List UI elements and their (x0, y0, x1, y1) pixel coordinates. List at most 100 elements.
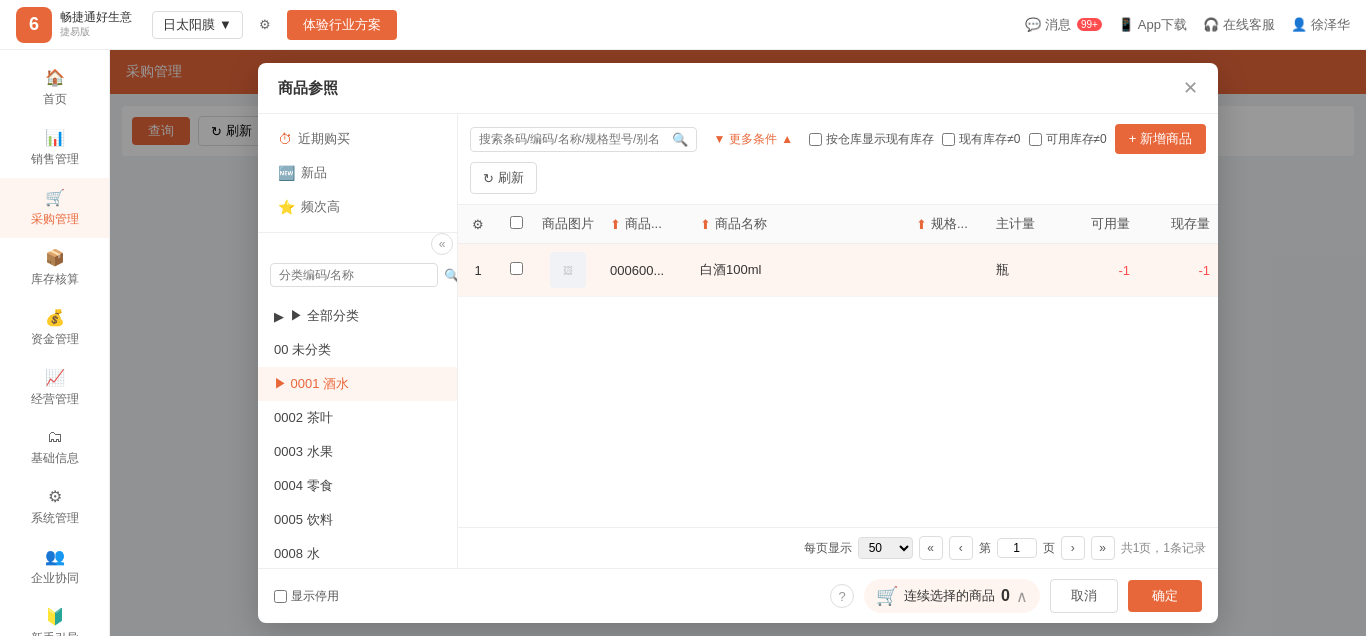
th-checkbox[interactable] (498, 205, 534, 244)
star-icon: ⭐ (278, 199, 295, 215)
refresh-circle-icon: ↻ (483, 171, 494, 186)
cat-item-liquor[interactable]: ▶ 0001 酒水 (258, 367, 457, 401)
page-size-select[interactable]: 20 50 100 (858, 537, 913, 559)
category-search-icon[interactable]: 🔍 (444, 268, 458, 283)
app-download-btn[interactable]: 📱 App下载 (1118, 16, 1187, 34)
add-product-btn[interactable]: + 新增商品 (1115, 124, 1206, 154)
product-reference-modal: 商品参照 ✕ ⏱ 近期购买 🆕 (258, 63, 1218, 623)
product-search-input[interactable] (479, 132, 668, 146)
th-spec[interactable]: ⬆ 规格... (908, 205, 988, 244)
logo-icon: 6 (16, 7, 52, 43)
confirm-btn[interactable]: 确定 (1128, 580, 1202, 612)
cat-item-drink[interactable]: 0005 饮料 (258, 503, 457, 537)
prev-page-btn[interactable]: ‹ (949, 536, 973, 560)
image-placeholder-icon: 🖼 (563, 265, 573, 276)
select-all-checkbox[interactable] (510, 216, 523, 229)
sidebar-label-system: 系统管理 (31, 510, 79, 527)
table-row[interactable]: 1 🖼 (458, 244, 1218, 297)
cart-count: 0 (1001, 587, 1010, 605)
th-img: 商品图片 (534, 205, 602, 244)
purchase-icon: 🛒 (45, 188, 65, 207)
cat-item-snack[interactable]: 0004 零食 (258, 469, 457, 503)
sidebar-item-sales[interactable]: 📊 销售管理 (0, 118, 109, 178)
cat-item-fruit[interactable]: 0003 水果 (258, 435, 457, 469)
sidebar-item-enterprise[interactable]: 👥 企业协同 (0, 537, 109, 597)
avail-nonzero-checkbox[interactable] (1029, 133, 1042, 146)
pagination: 每页显示 20 50 100 « ‹ 第 页 › (458, 527, 1218, 568)
checkbox-stock-display[interactable]: 按仓库显示现有库存 (809, 131, 934, 148)
sort-indicator-spec: ⬆ (916, 217, 927, 232)
stock-nonzero-checkbox[interactable] (942, 133, 955, 146)
filter-icon: ▼ (713, 132, 725, 146)
cart-area: 🛒 连续选择的商品 0 ∧ (864, 579, 1040, 613)
collapse-panel-btn[interactable]: « (431, 233, 453, 255)
recent-purchase-btn[interactable]: ⏱ 近期购买 (270, 124, 445, 154)
headset-icon: 🎧 (1203, 17, 1219, 32)
category-search: 🔍 (258, 255, 457, 295)
first-page-btn[interactable]: « (919, 536, 943, 560)
th-unit: 主计量 (988, 205, 1058, 244)
th-stock: 现存量 (1138, 205, 1218, 244)
sidebar-item-system[interactable]: ⚙ 系统管理 (0, 477, 109, 537)
row-check[interactable] (498, 244, 534, 297)
last-page-btn[interactable]: » (1091, 536, 1115, 560)
cat-item-water[interactable]: 0008 水 (258, 537, 457, 568)
experience-button[interactable]: 体验行业方案 (287, 10, 397, 40)
disabled-checkbox[interactable] (274, 590, 287, 603)
sort-indicator-code: ⬆ (610, 217, 621, 232)
sidebar-item-purchase[interactable]: 🛒 采购管理 (0, 178, 109, 238)
home-icon: 🏠 (45, 68, 65, 87)
sidebar: 🏠 首页 📊 销售管理 🛒 采购管理 📦 库存核算 💰 资金管理 📈 经营管理 … (0, 50, 110, 636)
th-avail: 可用量 (1058, 205, 1138, 244)
sidebar-item-finance[interactable]: 💰 资金管理 (0, 298, 109, 358)
sidebar-label-home: 首页 (43, 91, 67, 108)
search-icon[interactable]: 🔍 (672, 132, 688, 147)
footer-right: ? 🛒 连续选择的商品 0 ∧ 取消 确定 (830, 579, 1202, 613)
message-btn[interactable]: 💬 消息 99+ (1025, 16, 1102, 34)
cancel-btn[interactable]: 取消 (1050, 579, 1118, 613)
table-header: ⚙ 商品图片 (458, 205, 1218, 244)
sidebar-label-enterprise: 企业协同 (31, 570, 79, 587)
sidebar-item-basicinfo[interactable]: 🗂 基础信息 (0, 418, 109, 477)
username: 徐泽华 (1311, 16, 1350, 34)
main-layout: 🏠 首页 📊 销售管理 🛒 采购管理 📦 库存核算 💰 资金管理 📈 经营管理 … (0, 50, 1366, 636)
stock-display-checkbox[interactable] (809, 133, 822, 146)
message-badge: 99+ (1077, 18, 1102, 31)
cat-item-tea[interactable]: 0002 茶叶 (258, 401, 457, 435)
sidebar-item-business[interactable]: 📈 经营管理 (0, 358, 109, 418)
modal-footer: 显示停用 ? 🛒 连续选择的商品 0 ∧ 取消 确定 (258, 568, 1218, 623)
filter-btn[interactable]: ▼ 更多条件 ▲ (705, 127, 801, 152)
checkbox-stock-nonzero[interactable]: 现有库存≠0 (942, 131, 1020, 148)
modal-close-button[interactable]: ✕ (1183, 77, 1198, 99)
service-btn[interactable]: 🎧 在线客服 (1203, 16, 1275, 34)
checkbox-avail-nonzero[interactable]: 可用库存≠0 (1029, 131, 1107, 148)
th-settings[interactable]: ⚙ (458, 205, 498, 244)
help-icon[interactable]: ? (830, 584, 854, 608)
cat-item-uncategorized[interactable]: 00 未分类 (258, 333, 457, 367)
frequent-btn[interactable]: ⭐ 频次高 (270, 192, 445, 222)
next-page-btn[interactable]: › (1061, 536, 1085, 560)
th-name[interactable]: ⬆ 商品名称 (692, 205, 908, 244)
new-product-btn[interactable]: 🆕 新品 (270, 158, 445, 188)
settings-icon[interactable]: ⚙ (472, 217, 484, 232)
category-search-input[interactable] (270, 263, 438, 287)
gear-button[interactable]: ⚙ (251, 13, 279, 36)
th-code[interactable]: ⬆ 商品... (602, 205, 692, 244)
page-label: 第 (979, 540, 991, 557)
sidebar-item-home[interactable]: 🏠 首页 (0, 58, 109, 118)
sidebar-item-inventory[interactable]: 📦 库存核算 (0, 238, 109, 298)
system-icon: ⚙ (48, 487, 62, 506)
user-area[interactable]: 👤 徐泽华 (1291, 16, 1350, 34)
filter-arrow-icon: ▲ (781, 132, 793, 146)
modal-overlay: 商品参照 ✕ ⏱ 近期购买 🆕 (110, 50, 1366, 636)
page-number-input[interactable] (997, 538, 1037, 558)
cat-item-all[interactable]: ▶ ▶ 全部分类 (258, 299, 457, 333)
cart-collapse-icon[interactable]: ∧ (1016, 587, 1028, 606)
refresh-btn[interactable]: ↻ 刷新 (470, 162, 537, 194)
row-checkbox[interactable] (510, 262, 523, 275)
sidebar-item-guide[interactable]: 🔰 新手引导 (0, 597, 109, 636)
show-disabled-checkbox[interactable]: 显示停用 (274, 588, 339, 605)
store-selector[interactable]: 日太阳膜 ▼ (152, 11, 243, 39)
app-label: App下载 (1138, 16, 1187, 34)
product-table: ⚙ 商品图片 (458, 205, 1218, 297)
